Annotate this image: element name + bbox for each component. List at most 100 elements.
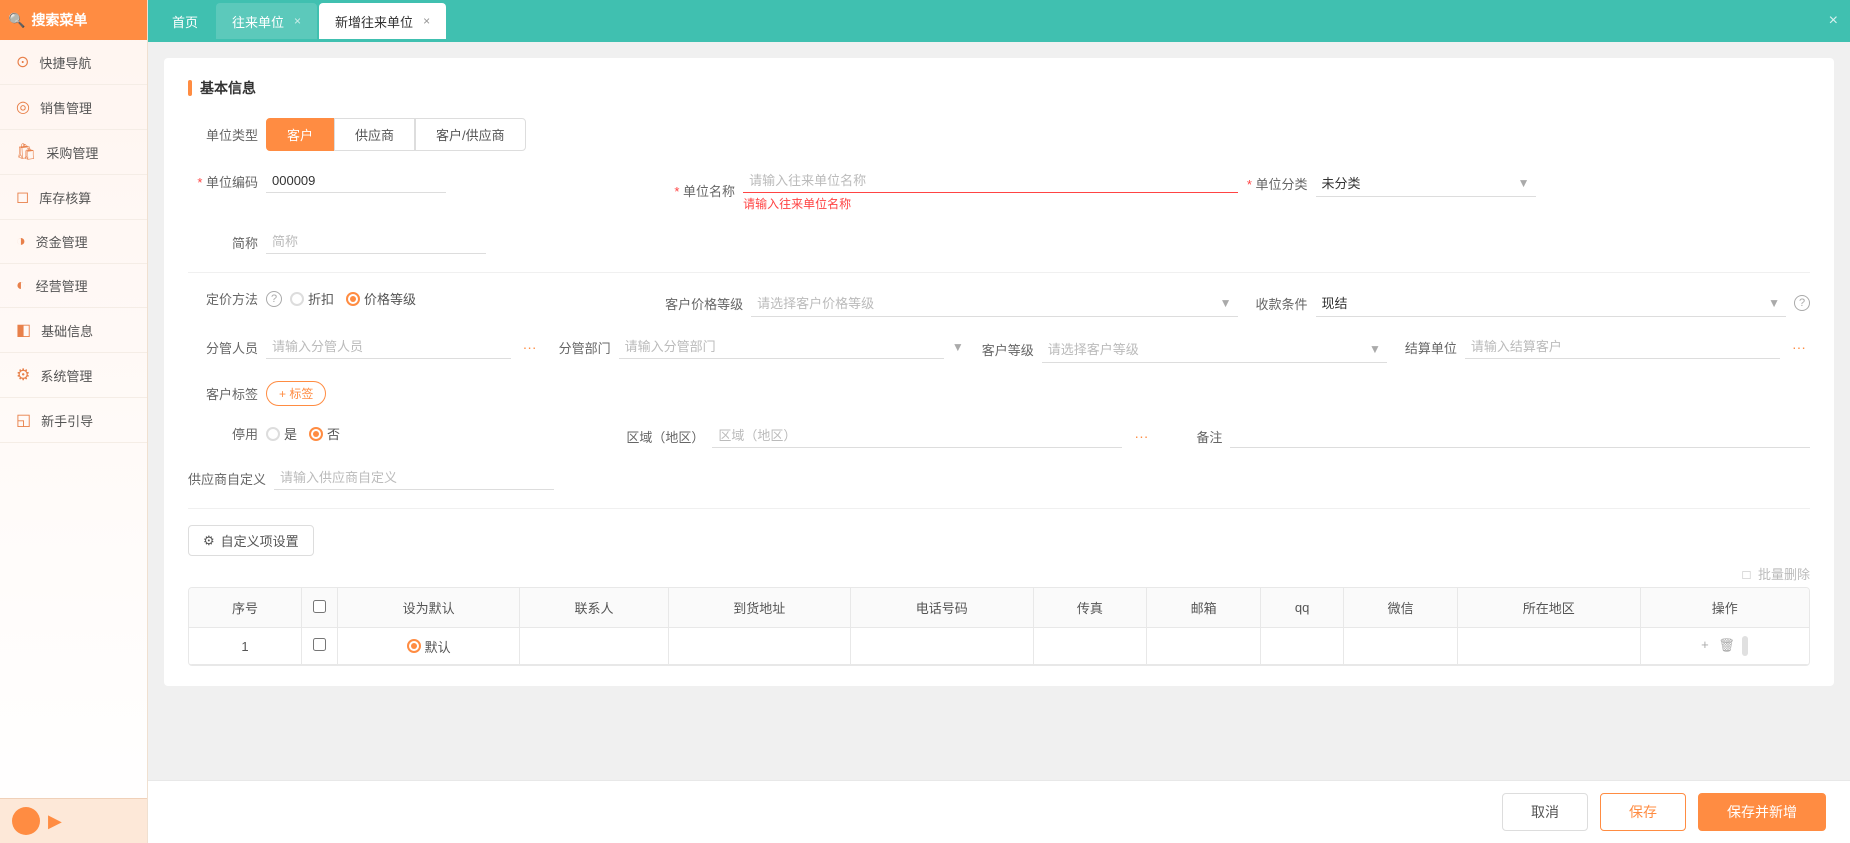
custom-settings-label: 自定义项设置 (221, 531, 299, 550)
row-checkbox[interactable] (313, 638, 326, 651)
drag-handle[interactable] (1742, 636, 1748, 656)
sidebar-item-stock[interactable]: ◻ 库存核算 (0, 175, 147, 220)
pricing-help-icon[interactable]: ? (266, 291, 282, 307)
customer-price-level-select[interactable]: 请选择客户价格等级 ▼ (751, 289, 1237, 317)
save-add-button[interactable]: 保存并新增 (1698, 793, 1826, 831)
default-radio-item[interactable]: 默认 (346, 637, 512, 656)
sidebar-item-finance[interactable]: ◑ 资金管理 (0, 220, 147, 264)
remark-input[interactable] (1230, 424, 1810, 448)
tab-bar: 首页 往来单位 × 新增往来单位 × × (148, 0, 1850, 42)
settlement-input[interactable] (1465, 335, 1780, 359)
region-more-btn[interactable]: ··· (1130, 428, 1152, 444)
col-qq: qq (1261, 588, 1344, 628)
payment-condition-value: 现结 (1322, 293, 1769, 312)
table-header-checkbox[interactable] (313, 600, 326, 613)
sidebar-item-system[interactable]: ⚙ 系统管理 (0, 353, 147, 398)
add-tag-button[interactable]: + 标签 (266, 381, 326, 406)
no-radio[interactable] (309, 427, 323, 441)
search-menu-label: 搜索菜单 (31, 10, 87, 30)
disabled-field: 停用 是 否 (188, 424, 626, 443)
disabled-no[interactable]: 否 (309, 424, 340, 443)
supplier-custom-field: 供应商自定义 (188, 466, 1810, 490)
dept-input[interactable] (619, 335, 944, 359)
price-level-radio[interactable] (346, 292, 360, 306)
supplier-custom-input[interactable] (274, 466, 554, 490)
region-input[interactable] (712, 424, 1122, 448)
yes-radio[interactable] (266, 427, 280, 441)
form-footer: 取消 保存 保存并新增 (148, 780, 1850, 843)
batch-delete-label: 批量删除 (1758, 567, 1810, 582)
chevron-down-icon: ▼ (1768, 296, 1780, 310)
window-close-button[interactable]: × (1829, 12, 1838, 30)
custom-settings-button[interactable]: ⚙ 自定义项设置 (188, 525, 314, 556)
add-row-button[interactable]: + (1701, 637, 1709, 652)
tab-new-counterpart-close[interactable]: × (423, 14, 430, 28)
payment-help-icon[interactable]: ? (1794, 295, 1810, 311)
tab-counterpart-close[interactable]: × (294, 14, 301, 28)
short-name-input[interactable] (266, 230, 486, 254)
cell-fax (1033, 628, 1147, 665)
payment-condition-field: 收款条件 现结 ▼ ? (1238, 289, 1810, 317)
col-email: 邮箱 (1147, 588, 1261, 628)
delete-row-button[interactable]: 🗑 (1718, 637, 1735, 652)
section-title: 基本信息 (188, 78, 1810, 98)
unit-type-label: 单位类型 (188, 125, 258, 144)
remark-label: 备注 (1152, 427, 1222, 446)
sidebar: 🔍 搜索菜单 ⊙ 快捷导航 ◎ 销售管理 🛍 采购管理 ◻ 库存核算 ◑ 资金管… (0, 0, 148, 843)
unit-btn-customer[interactable]: 客户 (266, 118, 334, 151)
contact-table: 序号 设为默认 联系人 到货地址 电话号码 传真 邮箱 qq 微信 (188, 587, 1810, 666)
disabled-yes[interactable]: 是 (266, 424, 297, 443)
supervisor-field: 分管人员 ··· (188, 335, 541, 359)
unit-type-row: 单位类型 客户 供应商 客户/供应商 (188, 118, 1810, 151)
customer-price-level-label: 客户价格等级 (665, 294, 743, 313)
cell-qq (1261, 628, 1344, 665)
remark-field: 备注 (1152, 424, 1810, 448)
supervisor-input[interactable] (266, 335, 511, 359)
sidebar-item-label: 销售管理 (40, 98, 92, 117)
guide-icon: ◱ (16, 410, 31, 430)
discount-radio[interactable] (290, 292, 304, 306)
supplier-custom-label: 供应商自定义 (188, 469, 266, 488)
sidebar-item-label: 基础信息 (41, 321, 93, 340)
customer-level-select[interactable]: 请选择客户等级 ▼ (1042, 335, 1387, 363)
pricing-radio-price-level[interactable]: 价格等级 (346, 289, 416, 308)
sidebar-bottom: ▶ (0, 798, 147, 843)
supervisor-more-btn[interactable]: ··· (519, 339, 541, 355)
tab-counterpart[interactable]: 往来单位 × (216, 3, 317, 39)
unit-btn-both[interactable]: 客户/供应商 (415, 118, 526, 151)
cancel-button[interactable]: 取消 (1502, 793, 1588, 831)
col-checkbox (301, 588, 337, 628)
customer-price-level-field: 客户价格等级 请选择客户价格等级 ▼ (665, 289, 1237, 317)
settlement-label: 结算单位 (1387, 338, 1457, 357)
sidebar-item-sales[interactable]: ◎ 销售管理 (0, 85, 147, 130)
sidebar-item-operation[interactable]: ◐ 经营管理 (0, 264, 147, 308)
sidebar-item-purchase[interactable]: 🛍 采购管理 (0, 130, 147, 175)
tab-new-counterpart[interactable]: 新增往来单位 × (319, 3, 446, 39)
search-menu-button[interactable]: 🔍 搜索菜单 (0, 0, 147, 40)
yes-label: 是 (284, 424, 297, 443)
default-radio[interactable] (407, 639, 421, 653)
payment-condition-select[interactable]: 现结 ▼ (1316, 289, 1786, 317)
save-button[interactable]: 保存 (1600, 793, 1686, 831)
pricing-radio-discount[interactable]: 折扣 (290, 289, 334, 308)
unit-type-field: 单位类型 客户 供应商 客户/供应商 (188, 118, 1810, 151)
unit-name-field: 单位名称 请输入往来单位名称 (665, 169, 1237, 212)
supplier-custom-row: 供应商自定义 (188, 466, 1810, 490)
unit-name-input[interactable] (743, 169, 1237, 193)
col-fax: 传真 (1033, 588, 1147, 628)
tab-home[interactable]: 首页 (156, 3, 214, 39)
sidebar-item-guide[interactable]: ◱ 新手引导 (0, 398, 147, 443)
unit-category-label: 单位分类 (1238, 174, 1308, 193)
sidebar-item-base[interactable]: ◧ 基础信息 (0, 308, 147, 353)
operation-icon: ◐ (16, 277, 26, 295)
main-area: 首页 往来单位 × 新增往来单位 × × 基本信息 单位类型 客户 (148, 0, 1850, 843)
settlement-more-btn[interactable]: ··· (1788, 339, 1810, 355)
no-label: 否 (327, 424, 340, 443)
customer-tag-label: 客户标签 (188, 384, 258, 403)
unit-code-input[interactable] (266, 169, 446, 193)
system-icon: ⚙ (16, 365, 30, 385)
unit-category-select[interactable]: 未分类 ▼ (1316, 169, 1536, 197)
sidebar-item-quick-nav[interactable]: ⊙ 快捷导航 (0, 40, 147, 85)
tab-new-counterpart-label: 新增往来单位 (335, 12, 413, 31)
unit-btn-supplier[interactable]: 供应商 (334, 118, 415, 151)
